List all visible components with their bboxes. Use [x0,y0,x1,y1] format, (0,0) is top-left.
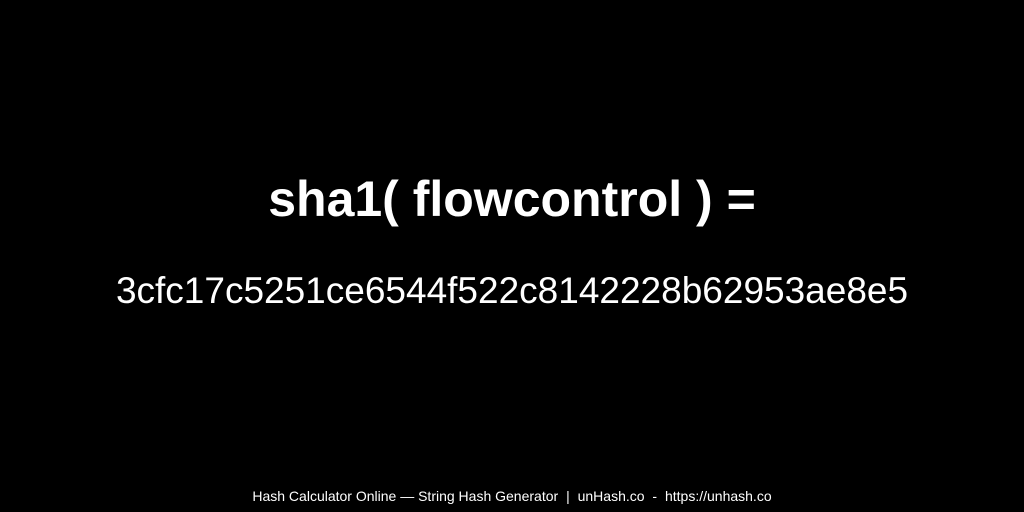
main-content: sha1( flowcontrol ) = 3cfc17c5251ce6544f… [0,0,1024,512]
footer-title: Hash Calculator Online — String Hash Gen… [252,488,558,504]
hash-result: 3cfc17c5251ce6544f522c8142228b62953ae8e5 [116,270,908,312]
footer: Hash Calculator Online — String Hash Gen… [0,488,1024,504]
footer-url: https://unhash.co [665,488,772,504]
footer-separator: | [566,488,570,504]
footer-site-name: unHash.co [578,488,645,504]
footer-separator: - [652,488,657,504]
hash-expression: sha1( flowcontrol ) = [268,170,756,228]
